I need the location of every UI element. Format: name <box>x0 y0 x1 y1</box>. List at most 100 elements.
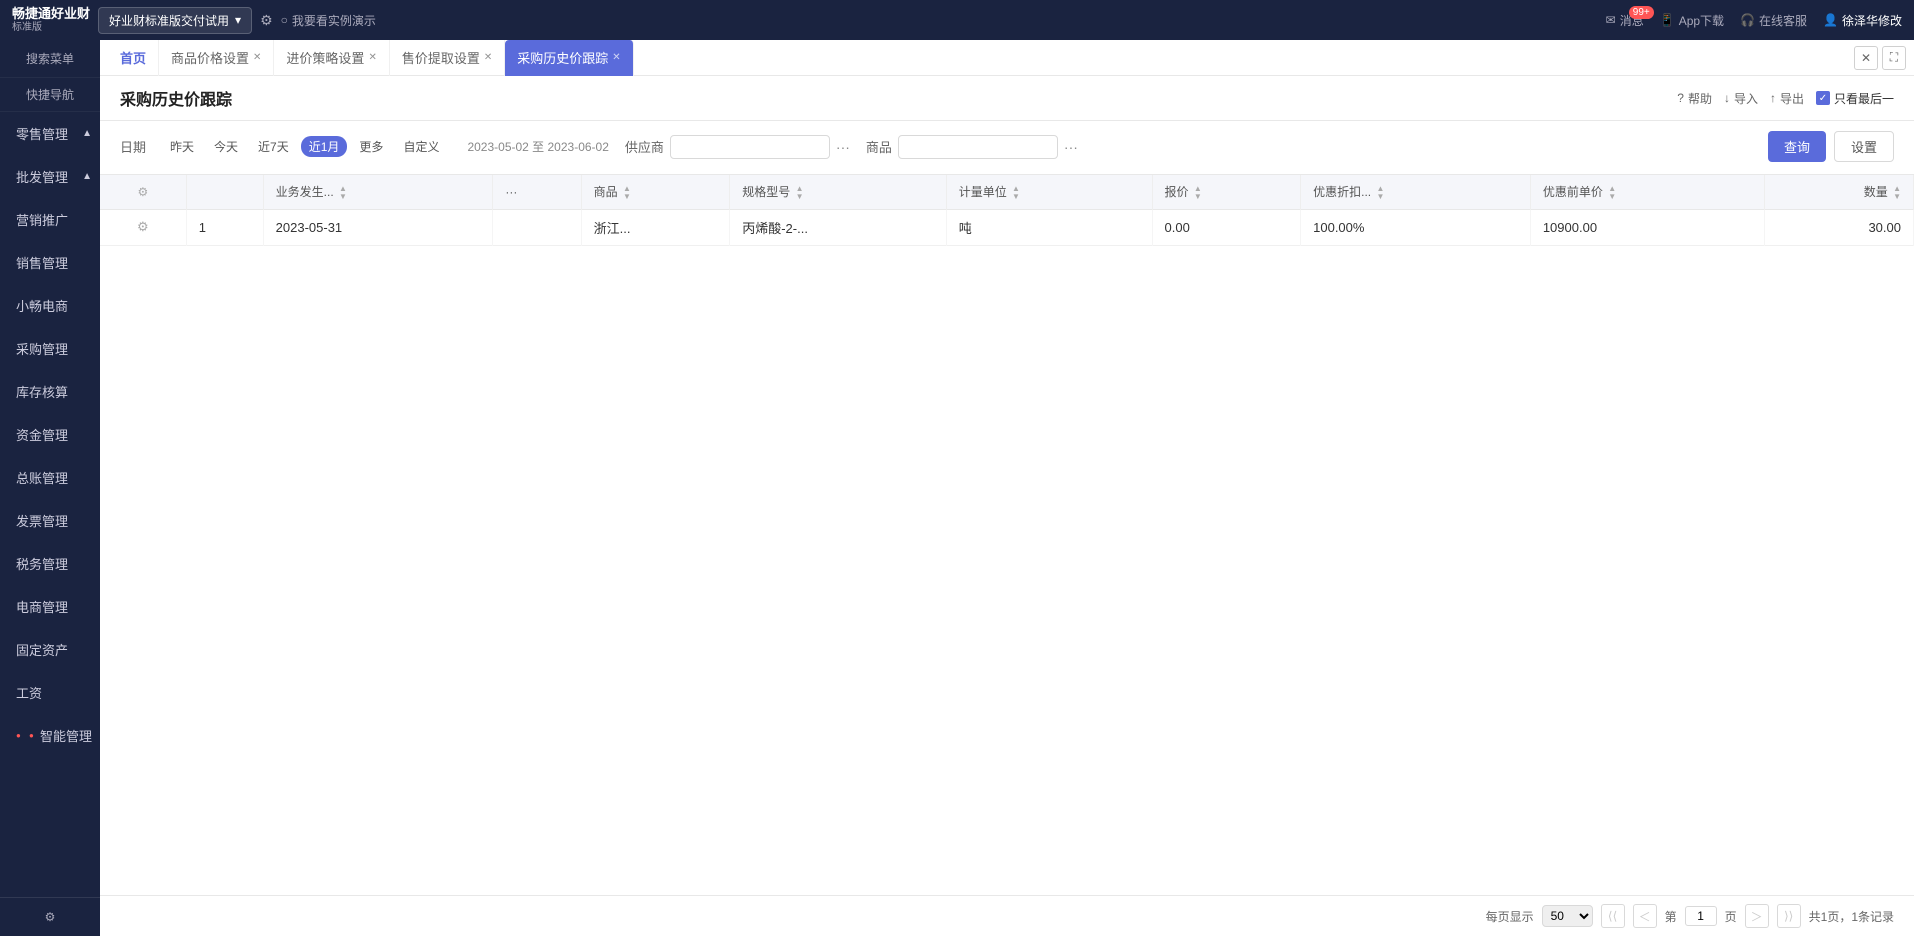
sidebar-item-general-ledger[interactable]: 总账管理 <box>0 456 100 499</box>
row-discount-pct: 100.00% <box>1301 209 1531 245</box>
tab-expand-btn[interactable]: ⛶ <box>1882 46 1906 70</box>
col-product[interactable]: 规格型号 ▲▼ <box>730 175 946 209</box>
import-icon: ↓ <box>1724 91 1730 105</box>
col-discount-pct[interactable]: 优惠折扣... ▲▼ <box>1301 175 1531 209</box>
sidebar-item-inventory[interactable]: 库存核算 <box>0 370 100 413</box>
message-btn[interactable]: ✉ 消息 99+ <box>1606 12 1644 29</box>
page-label: 第 <box>1665 908 1677 925</box>
col-supplier[interactable]: 商品 ▲▼ <box>581 175 730 209</box>
sidebar-nav[interactable]: 快捷导航 <box>0 78 100 112</box>
sidebar-item-tax[interactable]: 税务管理 <box>0 542 100 585</box>
query-btn[interactable]: 查询 <box>1768 131 1826 162</box>
col-unit[interactable]: 计量单位 ▲▼ <box>946 175 1152 209</box>
col-pre-discount-price[interactable]: 优惠前单价 ▲▼ <box>1530 175 1764 209</box>
row-product: 丙烯酸-2-... <box>730 209 946 245</box>
only-last-checkbox[interactable]: ✓ <box>1816 91 1830 105</box>
row-unit2: 吨 <box>946 209 1152 245</box>
settings-icon-btn[interactable]: ⚙ <box>260 12 273 29</box>
sidebar-item-retail[interactable]: 零售管理 ▲ <box>0 112 100 155</box>
tab-purchase-history[interactable]: 采购历史价跟踪 ✕ <box>505 40 633 76</box>
tab-home[interactable]: 首页 <box>108 40 159 76</box>
sidebar-label-finance: 资金管理 <box>16 425 68 444</box>
main-layout: 搜索菜单 快捷导航 零售管理 ▲ 批发管理 ▲ 营销推广 销售管理 小畅电商 采… <box>0 40 1914 936</box>
col-date[interactable]: 业务发生... ▲▼ <box>263 175 493 209</box>
tab-purchase-strategy[interactable]: 进价策略设置 ✕ <box>274 40 389 76</box>
app-download-icon: 📱 <box>1660 13 1675 27</box>
sidebar-item-wholesale[interactable]: 批发管理 ▲ <box>0 155 100 198</box>
page-number-input[interactable] <box>1685 906 1717 926</box>
online-service-btn[interactable]: 🎧 在线客服 <box>1740 12 1807 29</box>
tab-collapse-btn[interactable]: ✕ <box>1854 46 1878 70</box>
close-tab-product-price[interactable]: ✕ <box>253 52 261 63</box>
row-gear[interactable]: ⚙ <box>100 209 186 245</box>
last-page-btn[interactable]: ⟩⟩ <box>1777 904 1801 928</box>
only-last-label: 只看最后一 <box>1834 90 1894 107</box>
demo-btn[interactable]: ○ 我要看实例演示 <box>281 12 376 29</box>
close-tab-purchase-strategy[interactable]: ✕ <box>368 52 376 63</box>
product-input[interactable] <box>898 135 1058 159</box>
sidebar-label-payroll: 工资 <box>16 683 42 702</box>
sidebar-item-smart[interactable]: ● 智能管理 <box>0 714 100 757</box>
table-body: ⚙ 1 2023-05-31 浙江... 丙烯酸-2-... 吨 0.00 10… <box>100 209 1914 245</box>
export-label: 导出 <box>1780 90 1804 107</box>
date-btn-yesterday[interactable]: 昨天 <box>162 136 202 157</box>
sidebar-item-marketing[interactable]: 营销推广 <box>0 198 100 241</box>
sidebar-label-general-ledger: 总账管理 <box>16 468 68 487</box>
row-quantity: 30.00 <box>1765 209 1914 245</box>
close-tab-price-extract[interactable]: ✕ <box>484 52 492 63</box>
help-btn[interactable]: ? 帮助 <box>1677 90 1712 107</box>
col-gear[interactable]: ⚙ <box>100 175 186 209</box>
sidebar-item-ecommerce[interactable]: 电商管理 <box>0 585 100 628</box>
tab-price-extract[interactable]: 售价提取设置 ✕ <box>390 40 505 76</box>
product-ellipsis[interactable]: ··· <box>1064 139 1078 155</box>
supplier-ellipsis[interactable]: ··· <box>836 139 850 155</box>
sidebar-item-sales[interactable]: 销售管理 <box>0 241 100 284</box>
first-page-btn[interactable]: ⟨⟨ <box>1601 904 1625 928</box>
sidebar-search[interactable]: 搜索菜单 <box>0 40 100 78</box>
top-bar-right: ✉ 消息 99+ 📱 App下载 🎧 在线客服 👤 徐泽华修改 <box>1606 12 1902 29</box>
tab-product-price[interactable]: 商品价格设置 ✕ <box>159 40 274 76</box>
export-btn[interactable]: ↑ 导出 <box>1770 90 1804 107</box>
col-more[interactable]: ··· <box>493 175 581 209</box>
date-btn-custom[interactable]: 自定义 <box>395 136 447 157</box>
row-date: 2023-05-31 <box>263 209 493 245</box>
chevron-down-icon: ▾ <box>235 13 241 27</box>
prev-page-btn[interactable]: ＜ <box>1633 904 1657 928</box>
tab-home-label: 首页 <box>120 48 146 67</box>
row-supplier: 浙江... <box>581 209 730 245</box>
date-btn-more[interactable]: 更多 <box>351 136 391 157</box>
date-range-display: 2023-05-02 至 2023-06-02 <box>467 138 608 155</box>
page-size-select[interactable]: 50 100 200 <box>1542 905 1593 927</box>
page-unit: 页 <box>1725 908 1737 925</box>
user-btn[interactable]: 👤 徐泽华修改 <box>1823 12 1902 29</box>
demo-btn-label: 我要看实例演示 <box>292 12 376 29</box>
col-quote[interactable]: 报价 ▲▼ <box>1152 175 1301 209</box>
sidebar-item-purchase[interactable]: 采购管理 <box>0 327 100 370</box>
import-btn[interactable]: ↓ 导入 <box>1724 90 1758 107</box>
app-download-label: App下载 <box>1679 12 1724 29</box>
next-page-btn[interactable]: ＞ <box>1745 904 1769 928</box>
date-btn-1month[interactable]: 近1月 <box>301 136 348 157</box>
product-selector[interactable]: 好业财标准版交付试用 ▾ <box>98 7 252 34</box>
sidebar-item-fixed-assets[interactable]: 固定资产 <box>0 628 100 671</box>
sidebar-settings-btn[interactable]: ⚙ <box>0 897 100 936</box>
sidebar-item-invoice[interactable]: 发票管理 <box>0 499 100 542</box>
close-tab-purchase-history[interactable]: ✕ <box>612 52 620 63</box>
filter-settings-btn[interactable]: 设置 <box>1834 131 1894 162</box>
sort-icon-quote: ▲▼ <box>1194 185 1202 201</box>
sidebar-label-tax: 税务管理 <box>16 554 68 573</box>
date-btn-today[interactable]: 今天 <box>206 136 246 157</box>
app-download-btn[interactable]: 📱 App下载 <box>1660 12 1724 29</box>
col-quantity[interactable]: 数量 ▲▼ <box>1765 175 1914 209</box>
tab-price-extract-label: 售价提取设置 <box>402 48 480 67</box>
sidebar-item-ecommerce-small[interactable]: 小畅电商 <box>0 284 100 327</box>
table-area: ⚙ 业务发生... ▲▼ ··· 商品 ▲▼ 规格型号 <box>100 175 1914 895</box>
sidebar-item-payroll[interactable]: 工资 <box>0 671 100 714</box>
date-btn-7days[interactable]: 近7天 <box>250 136 297 157</box>
sidebar-item-finance[interactable]: 资金管理 <box>0 413 100 456</box>
supplier-input[interactable] <box>670 135 830 159</box>
pagination-bar: 每页显示 50 100 200 ⟨⟨ ＜ 第 页 ＞ ⟩⟩ 共1页，1条记录 <box>100 895 1914 936</box>
sort-icon-date: ▲▼ <box>339 185 347 201</box>
only-last-checkbox-label: ✓ 只看最后一 <box>1816 90 1894 107</box>
sort-icon-quantity: ▲▼ <box>1893 185 1901 201</box>
